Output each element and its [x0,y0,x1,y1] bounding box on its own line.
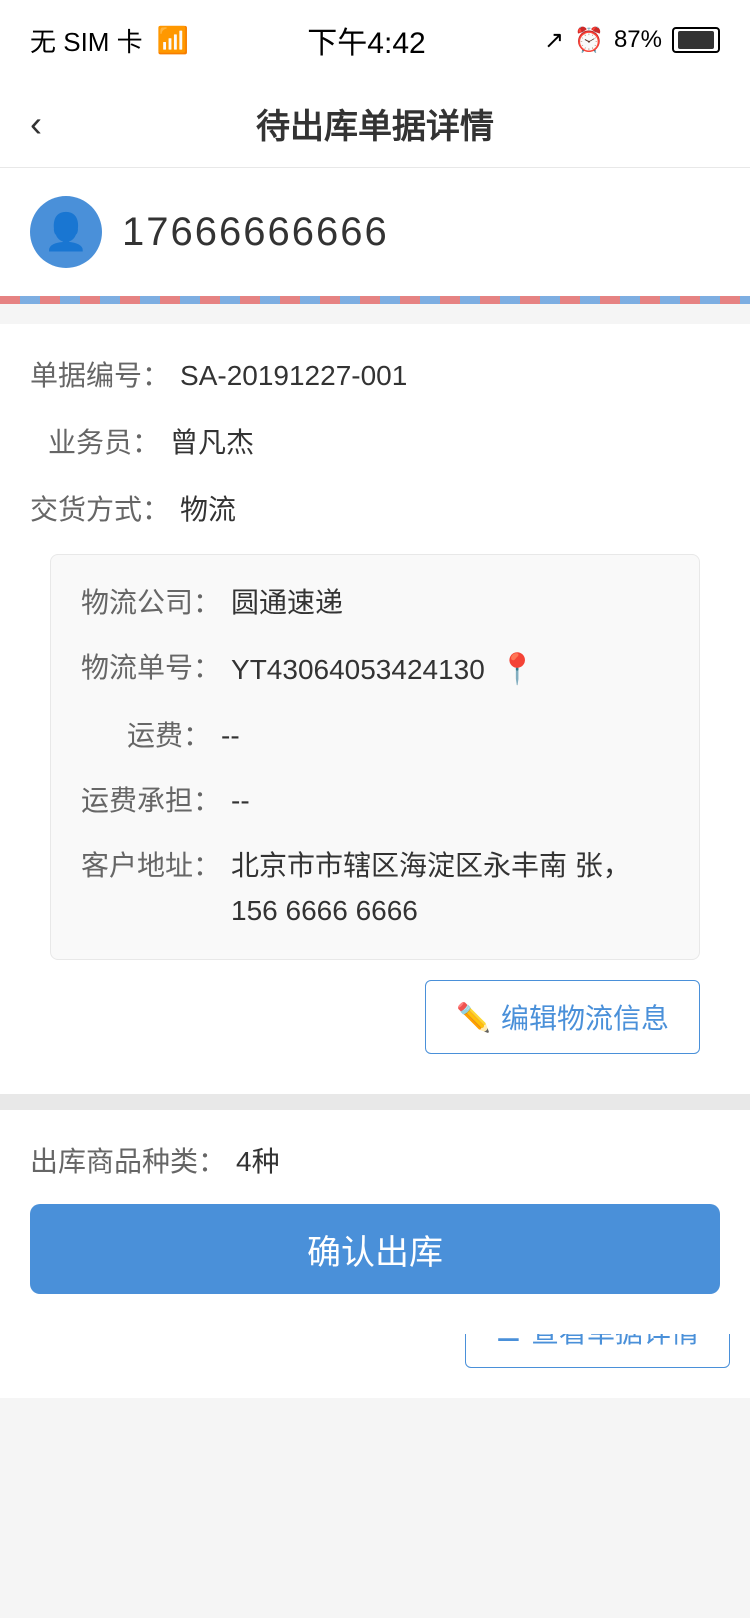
freight-label: 运费： [81,714,221,759]
staff-value: 曾凡杰 [170,421,720,466]
logistics-company-label: 物流公司： [81,581,231,626]
bottom-spacer [0,1398,750,1618]
product-types-row: 出库商品种类： 4种 [30,1140,720,1180]
document-info-section: 单据编号： SA-20191227-001 业务员： 曾凡杰 交货方式： 物流 … [0,324,750,1094]
battery-icon [672,27,720,53]
confirm-button[interactable]: 确认出库 [30,1204,720,1294]
logistics-tracking-label: 物流单号： [81,646,231,691]
carrier-label: 无 SIM 卡 [30,22,143,59]
page-title: 待出库单据详情 [256,99,494,148]
freight-bear-row: 运费承担： -- [81,779,669,824]
bottom-bar: 确认出库 [0,1184,750,1334]
logistics-tracking-row: 物流单号： YT43064053424130 📍 [81,646,669,694]
logistics-tracking-value: YT43064053424130 📍 [231,646,669,694]
confirm-btn-label: 确认出库 [307,1225,443,1274]
logistics-card: 物流公司： 圆通速递 物流单号： YT43064053424130 📍 运费： … [50,554,700,960]
tracking-location-icon[interactable]: 📍 [499,646,536,694]
avatar: 👤 [30,196,102,268]
freight-bear-label: 运费承担： [81,779,231,824]
edit-btn-label: 编辑物流信息 [501,997,669,1037]
status-time: 下午4:42 [307,18,425,62]
doc-id-row: 单据编号： SA-20191227-001 [30,354,720,399]
address-row: 客户地址： 北京市市辖区海淀区永丰南 张，156 6666 6666 [81,844,669,934]
freight-value: -- [221,714,669,759]
delivery-value: 物流 [180,488,720,533]
status-right: ↗ ⏰ 87% [544,26,720,55]
address-label: 客户地址： [81,844,231,889]
delivery-label: 交货方式： [30,488,180,533]
status-left: 无 SIM 卡 📶 [30,22,189,59]
product-types-label: 出库商品种类： [30,1140,236,1180]
alarm-icon: ⏰ [574,26,604,55]
status-bar: 无 SIM 卡 📶 下午4:42 ↗ ⏰ 87% [0,0,750,80]
edit-logistics-button[interactable]: ✏️ 编辑物流信息 [425,980,700,1054]
product-types-value: 4种 [236,1140,720,1180]
doc-id-value: SA-20191227-001 [180,354,720,399]
edit-icon: ✏️ [456,1001,491,1034]
logistics-company-value: 圆通速递 [231,581,669,626]
edit-btn-row: ✏️ 编辑物流信息 [30,980,720,1074]
doc-id-label: 单据编号： [30,354,180,399]
back-button[interactable]: ‹ [30,103,42,145]
staff-label: 业务员： [30,421,170,466]
avatar-icon: 👤 [44,211,89,253]
delivery-row: 交货方式： 物流 [30,488,720,533]
wifi-icon: 📶 [157,25,189,56]
freight-row: 运费： -- [81,714,669,759]
location-status-icon: ↗ [544,26,564,55]
nav-bar: ‹ 待出库单据详情 [0,80,750,168]
freight-bear-value: -- [231,779,669,824]
section-separator [0,1094,750,1110]
user-phone: 17666666666 [122,210,389,255]
battery-label: 87% [614,26,662,54]
address-value: 北京市市辖区海淀区永丰南 张，156 6666 6666 [231,844,669,934]
logistics-company-row: 物流公司： 圆通速递 [81,581,669,626]
dashed-divider [0,296,750,304]
user-section: 👤 17666666666 [0,168,750,296]
staff-row: 业务员： 曾凡杰 [30,421,720,466]
